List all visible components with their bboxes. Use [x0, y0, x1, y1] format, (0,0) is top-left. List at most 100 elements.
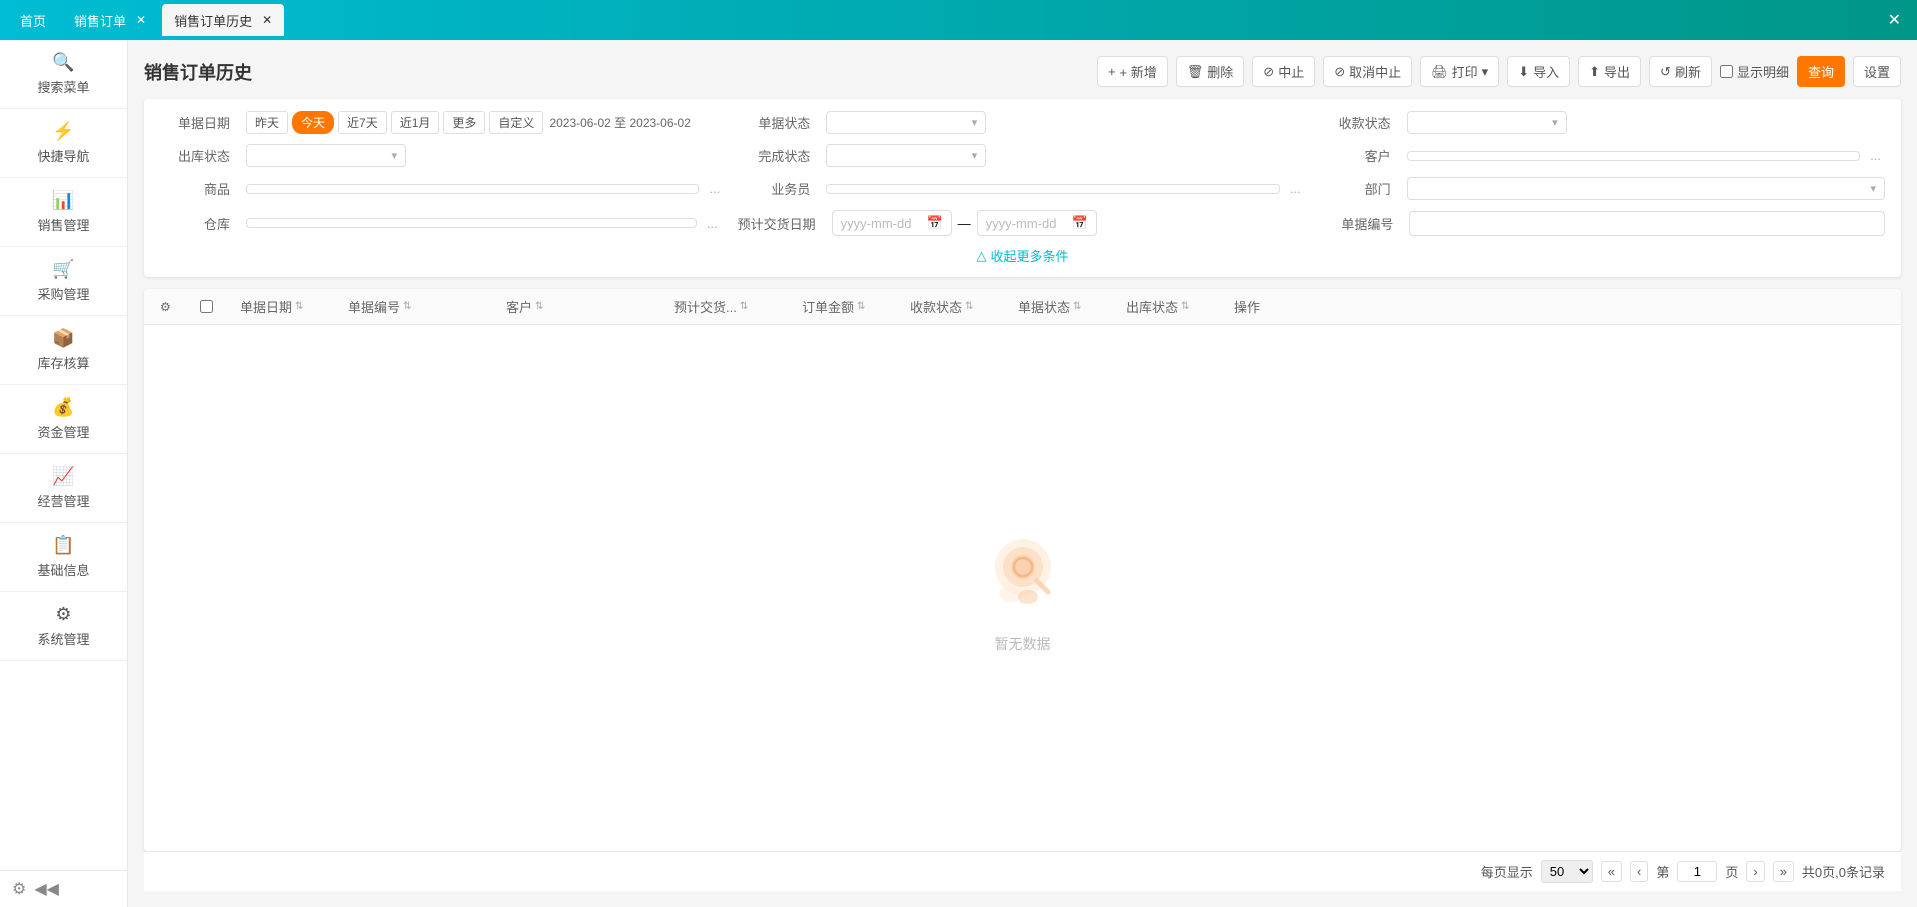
th-status-sort: ⇅	[1073, 301, 1081, 312]
sidebar-item-inventory[interactable]: 📦 库存核算	[0, 316, 127, 385]
collapse-icon: △	[976, 248, 986, 264]
tab-home-label: 首页	[20, 11, 46, 30]
sidebar-item-purchase-mgmt[interactable]: 🛒 采购管理	[0, 247, 127, 316]
th-date[interactable]: 单据日期 ⇅	[236, 297, 336, 316]
outbound-status-select[interactable]: ▾	[246, 144, 406, 167]
new-button[interactable]: + + 新增	[1097, 56, 1168, 87]
sales-mgmt-icon: 📊	[52, 190, 74, 211]
th-payment-status[interactable]: 收款状态 ⇅	[906, 297, 1006, 316]
collapse-row[interactable]: △ 收起更多条件	[160, 246, 1885, 265]
window-close-button[interactable]: ✕	[1880, 6, 1909, 34]
th-doc-status[interactable]: 单据状态 ⇅	[1014, 297, 1114, 316]
complete-status-select[interactable]: ▾	[826, 144, 986, 167]
date-btn-more[interactable]: 更多	[443, 111, 485, 134]
th-docno[interactable]: 单据编号 ⇅	[344, 297, 494, 316]
sidebar-item-search-menu[interactable]: 🔍 搜索菜单	[0, 40, 127, 109]
filter-settings-button[interactable]: 设置	[1853, 56, 1901, 87]
prev-page-button[interactable]: ‹	[1630, 861, 1648, 882]
next-page-button[interactable]: ›	[1746, 861, 1764, 882]
quick-nav-icon: ⚡	[52, 121, 74, 142]
page-unit: 页	[1725, 862, 1738, 881]
delete-button[interactable]: 🗑 删除	[1176, 56, 1245, 87]
delivery-date-start-input[interactable]: yyyy-mm-dd 📅	[832, 210, 952, 236]
salesperson-ellipsis[interactable]: ...	[1286, 181, 1305, 196]
last-page-button[interactable]: »	[1773, 861, 1794, 882]
empty-illustration	[973, 522, 1073, 622]
th-date-label: 单据日期	[240, 297, 292, 316]
purchase-mgmt-icon: 🛒	[52, 259, 74, 280]
th-amount[interactable]: 订单金额 ⇅	[798, 297, 898, 316]
page-number-input[interactable]	[1677, 861, 1717, 882]
th-settings[interactable]: ⚙	[156, 300, 188, 314]
export-icon: ⬆	[1589, 64, 1600, 80]
sidebar-item-quick-nav[interactable]: ⚡ 快捷导航	[0, 109, 127, 178]
date-btn-1month[interactable]: 近1月	[391, 111, 440, 134]
outbound-status-field: ▾	[246, 144, 724, 167]
payment-status-label: 收款状态	[1321, 113, 1391, 132]
import-button[interactable]: ⬇ 导入	[1507, 56, 1570, 87]
sidebar-volume-icon[interactable]: ◀◀	[34, 879, 59, 899]
payment-status-select[interactable]: ▾	[1407, 111, 1567, 134]
date-btn-custom[interactable]: 自定义	[489, 111, 543, 134]
doc-status-select[interactable]: ▾	[826, 111, 986, 134]
print-button[interactable]: 🖨 打印 ▾	[1420, 56, 1499, 87]
base-info-icon: 📋	[52, 535, 74, 556]
refresh-button[interactable]: ↺ 刷新	[1649, 56, 1712, 87]
department-select[interactable]: ▾	[1407, 177, 1885, 200]
table-card: ⚙ 单据日期 ⇅ 单据编号 ⇅ 客户 ⇅ 预计交货...	[144, 289, 1901, 851]
sidebar-item-system-mgmt[interactable]: ⚙ 系统管理	[0, 592, 127, 661]
payment-status-arrow: ▾	[1552, 116, 1558, 129]
th-outbound-status[interactable]: 出库状态 ⇅	[1122, 297, 1222, 316]
doc-no-input[interactable]	[1409, 211, 1885, 236]
display-detail-checkbox[interactable]	[1720, 65, 1733, 78]
tab-sales-order-history-close[interactable]: ✕	[262, 13, 272, 27]
salesperson-select[interactable]	[826, 184, 1279, 194]
first-page-button[interactable]: «	[1601, 861, 1622, 882]
sidebar-item-operations[interactable]: 📈 经营管理	[0, 454, 127, 523]
display-detail-toggle[interactable]: 显示明细	[1720, 62, 1789, 81]
select-all-checkbox[interactable]	[200, 300, 213, 313]
sidebar-item-finance[interactable]: 💰 资金管理	[0, 385, 127, 454]
warehouse-ellipsis[interactable]: ...	[703, 216, 722, 231]
sidebar-item-system-mgmt-label: 系统管理	[37, 629, 89, 648]
date-btn-today[interactable]: 今天	[292, 111, 334, 134]
total-records: 共0页,0条记录	[1802, 862, 1885, 881]
date-btn-yesterday[interactable]: 昨天	[246, 111, 288, 134]
collapse-label: 收起更多条件	[990, 246, 1068, 265]
suspend-button[interactable]: ⊘ 中止	[1252, 56, 1315, 87]
page-size-select[interactable]: 10 20 50 100	[1541, 860, 1593, 883]
th-checkbox[interactable]	[196, 300, 228, 313]
customer-select[interactable]	[1407, 151, 1860, 161]
tab-sales-order[interactable]: 销售订单 ✕	[62, 4, 158, 36]
goods-ellipsis[interactable]: ...	[705, 181, 724, 196]
delivery-date-end-input[interactable]: yyyy-mm-dd 📅	[977, 210, 1097, 236]
sidebar-item-sales-mgmt[interactable]: 📊 销售管理	[0, 178, 127, 247]
th-customer-sort: ⇅	[535, 301, 543, 312]
sidebar-settings-icon[interactable]: ⚙	[12, 879, 26, 899]
customer-ellipsis[interactable]: ...	[1866, 148, 1885, 163]
sidebar: 🔍 搜索菜单 ⚡ 快捷导航 📊 销售管理 🛒 采购管理 📦 库存核算 💰 资金管…	[0, 40, 128, 907]
query-button[interactable]: 查询	[1797, 56, 1845, 87]
sidebar-item-sales-mgmt-label: 销售管理	[37, 215, 89, 234]
export-button[interactable]: ⬆ 导出	[1578, 56, 1641, 87]
page-header: 销售订单历史 + + 新增 🗑 删除 ⊘ 中止 ⊘ 取消中止	[144, 56, 1901, 87]
tab-home[interactable]: 首页	[8, 4, 58, 36]
cancel-suspend-button[interactable]: ⊘ 取消中止	[1323, 56, 1412, 87]
finance-icon: 💰	[52, 397, 74, 418]
operations-icon: 📈	[52, 466, 74, 487]
delivery-date-start-icon: 📅	[926, 215, 942, 231]
delivery-date-field: yyyy-mm-dd 📅 — yyyy-mm-dd 📅	[832, 210, 1308, 236]
salesperson-field: ...	[826, 181, 1304, 196]
th-action: 操作	[1230, 297, 1889, 316]
th-payment-label: 收款状态	[910, 297, 962, 316]
th-customer[interactable]: 客户 ⇅	[502, 297, 662, 316]
tab-sales-order-close[interactable]: ✕	[136, 13, 146, 27]
date-btn-7days[interactable]: 近7天	[338, 111, 387, 134]
tab-sales-order-history[interactable]: 销售订单历史 ✕	[162, 4, 284, 36]
tab-sales-order-label: 销售订单	[74, 11, 126, 30]
th-delivery[interactable]: 预计交货... ⇅	[670, 297, 790, 316]
warehouse-select[interactable]	[246, 218, 697, 228]
goods-select[interactable]	[246, 184, 699, 194]
sidebar-item-base-info[interactable]: 📋 基础信息	[0, 523, 127, 592]
inventory-icon: 📦	[52, 328, 74, 349]
